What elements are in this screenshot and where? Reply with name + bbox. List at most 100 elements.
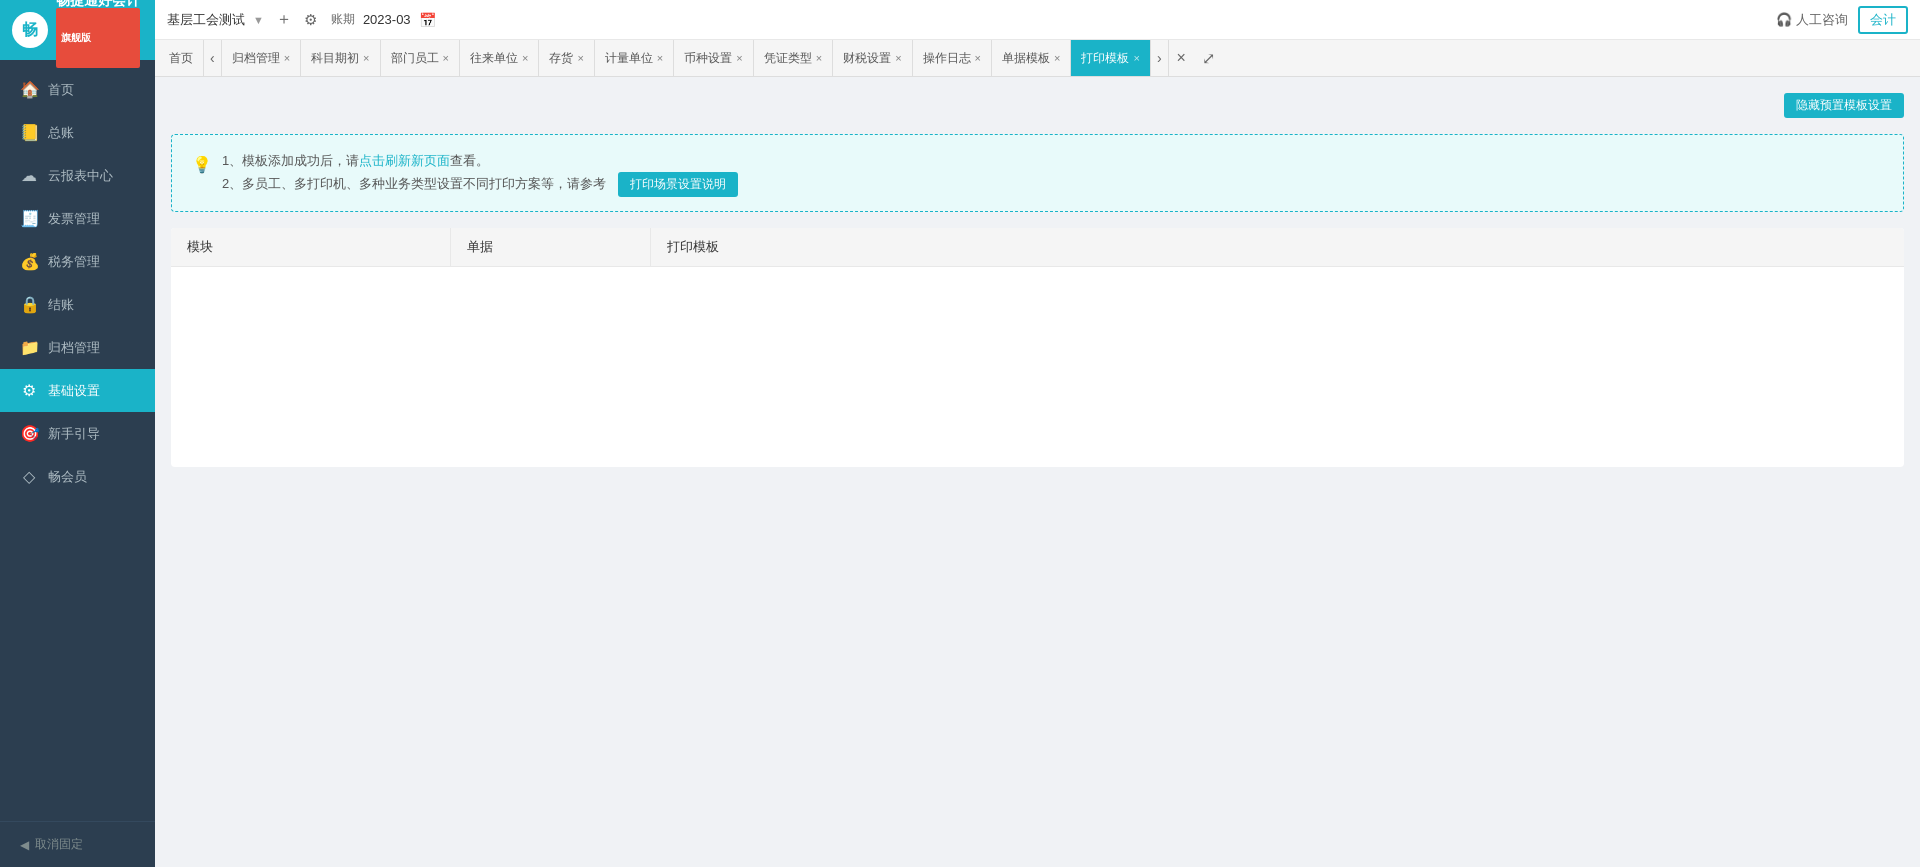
logo-icon: 畅 <box>12 12 48 48</box>
period-value: 2023-03 <box>363 12 411 27</box>
col-document: 单据 <box>451 228 651 266</box>
sidebar-label-home: 首页 <box>48 81 74 99</box>
tab-inventory-close-icon[interactable]: × <box>577 52 583 64</box>
tab-inventory-label: 存货 <box>549 50 573 67</box>
tab-currency-close-icon[interactable]: × <box>736 52 742 64</box>
add-tab-button[interactable]: ＋ <box>272 9 296 30</box>
headset-icon: 🎧 <box>1776 12 1792 27</box>
tab-unit-close-icon[interactable]: × <box>657 52 663 64</box>
sidebar-item-archive[interactable]: 📁归档管理 <box>0 326 155 369</box>
support-button[interactable]: 🎧 人工咨询 <box>1776 11 1848 29</box>
notice-bulb-icon: 💡 <box>192 151 212 180</box>
tab-voucher-type[interactable]: 凭证类型 × <box>754 40 833 76</box>
sidebar-nav: 🏠 首页 📒 总账 ☁云报表中心🧾发票管理 💰 税务管理 🔒 结账 📁归档管理⚙基础设置 🎯 新手引导… <box>0 60 155 821</box>
sidebar-item-invoice[interactable]: 🧾发票管理 <box>0 197 155 240</box>
sidebar-label-reports: 云报表中心 <box>48 167 113 185</box>
tax-icon: 💰 <box>20 252 38 271</box>
tab-voucher-type-close-icon[interactable]: × <box>816 52 822 64</box>
tab-operation-log-label: 操作日志 <box>923 50 971 67</box>
tab-subject-close-icon[interactable]: × <box>363 52 369 64</box>
tab-single-form-label: 单据模板 <box>1002 50 1050 67</box>
tab-nav-forward-icon[interactable]: › <box>1151 40 1169 76</box>
hide-template-button[interactable]: 隐藏预置模板设置 <box>1784 93 1904 118</box>
tab-supplier[interactable]: 往来单位 × <box>460 40 539 76</box>
tab-print-template-close-icon[interactable]: × <box>1133 52 1139 64</box>
notice-text: 1、模板添加成功后，请点击刷新新页面查看。 2、多员工、多打印机、多种业务类型设… <box>222 149 1883 197</box>
tab-archive-label: 归档管理 <box>232 50 280 67</box>
notice-refresh-link[interactable]: 点击刷新新页面 <box>359 153 450 168</box>
tab-supplier-label: 往来单位 <box>470 50 518 67</box>
kuaiji-button[interactable]: 会计 <box>1858 6 1908 34</box>
sidebar-label-ledger: 总账 <box>48 124 74 142</box>
tab-single-form[interactable]: 单据模板 × <box>992 40 1071 76</box>
tab-tax-settings-close-icon[interactable]: × <box>895 52 901 64</box>
logo: 畅 畅捷通好会计 旗舰版 <box>0 0 155 60</box>
tab-department-label: 部门员工 <box>391 50 439 67</box>
tab-print-template-label: 打印模板 <box>1081 50 1129 67</box>
tab-bar: 首页 ‹ 归档管理 × 科目期初 × 部门员工 × 往来单位 × 存货 × 计量… <box>155 40 1920 77</box>
explain-button[interactable]: 打印场景设置说明 <box>618 172 738 197</box>
home-icon: 🏠 <box>20 80 38 99</box>
tab-subject-label: 科目期初 <box>311 50 359 67</box>
tab-archive-close-icon[interactable]: × <box>284 52 290 64</box>
tab-subject[interactable]: 科目期初 × <box>301 40 380 76</box>
sidebar-label-invoice: 发票管理 <box>48 210 100 228</box>
tab-currency-label: 币种设置 <box>684 50 732 67</box>
tab-operation-log-close-icon[interactable]: × <box>975 52 981 64</box>
tab-print-template[interactable]: 打印模板 × <box>1071 40 1150 76</box>
tab-unit-label: 计量单位 <box>605 50 653 67</box>
notice-line1-prefix: 1、模板添加成功后，请 <box>222 153 359 168</box>
col-template: 打印模板 <box>651 228 1904 266</box>
unpin-label: 取消固定 <box>35 836 83 853</box>
tab-close-all-icon[interactable]: × <box>1169 40 1194 76</box>
sidebar-item-reports[interactable]: ☁云报表中心 <box>0 154 155 197</box>
sidebar-item-settings[interactable]: ⚙基础设置 <box>0 369 155 412</box>
tab-department-close-icon[interactable]: × <box>443 52 449 64</box>
tab-operation-log[interactable]: 操作日志 × <box>913 40 992 76</box>
tab-voucher-type-label: 凭证类型 <box>764 50 812 67</box>
print-template-table: 模块 单据 打印模板 <box>171 228 1904 467</box>
sidebar-item-closing[interactable]: 🔒 结账 <box>0 283 155 326</box>
unpin-footer[interactable]: ◀ 取消固定 <box>0 821 155 867</box>
guide-icon: 🎯 <box>20 424 38 443</box>
notice-line1-suffix: 查看。 <box>450 153 489 168</box>
notice-line1: 1、模板添加成功后，请点击刷新新页面查看。 <box>222 149 1883 172</box>
sidebar-label-tax: 税务管理 <box>48 253 100 271</box>
ledger-icon: 📒 <box>20 123 38 142</box>
tab-archive[interactable]: 归档管理 × <box>222 40 301 76</box>
notice-content: 💡 1、模板添加成功后，请点击刷新新页面查看。 2、多员工、多打印机、多种业务类… <box>192 149 1883 197</box>
sidebar-item-member[interactable]: ◇畅会员 <box>0 455 155 498</box>
sidebar-item-guide[interactable]: 🎯 新手引导 <box>0 412 155 455</box>
tab-department[interactable]: 部门员工 × <box>381 40 460 76</box>
tab-inventory[interactable]: 存货 × <box>539 40 594 76</box>
tab-tax-settings-label: 财税设置 <box>843 50 891 67</box>
sidebar: 畅 畅捷通好会计 旗舰版 🏠 首页 📒 总账 ☁云报表中心🧾发票管理 💰 税务管理 🔒 结账 📁归… <box>0 0 155 867</box>
sidebar-label-archive: 归档管理 <box>48 339 100 357</box>
notice-line2: 2、多员工、多打印机、多种业务类型设置不同打印方案等，请参考 打印场景设置说明 <box>222 172 1883 197</box>
header-right: 🎧 人工咨询 会计 <box>1776 6 1908 34</box>
sidebar-item-ledger[interactable]: 📒 总账 <box>0 111 155 154</box>
sidebar-label-guide: 新手引导 <box>48 425 100 443</box>
logo-title: 畅捷通好会计 <box>56 0 140 8</box>
tab-nav-back-icon[interactable]: ‹ <box>204 40 222 76</box>
company-name: 基层工会测试 <box>167 11 245 29</box>
table-header: 模块 单据 打印模板 <box>171 228 1904 267</box>
sidebar-item-home[interactable]: 🏠 首页 <box>0 68 155 111</box>
support-label: 人工咨询 <box>1796 11 1848 29</box>
tab-tax-settings[interactable]: 财税设置 × <box>833 40 912 76</box>
tab-home[interactable]: 首页 <box>159 40 204 76</box>
sidebar-item-tax[interactable]: 💰 税务管理 <box>0 240 155 283</box>
closing-icon: 🔒 <box>20 295 38 314</box>
tab-single-form-close-icon[interactable]: × <box>1054 52 1060 64</box>
tab-currency[interactable]: 币种设置 × <box>674 40 753 76</box>
company-dropdown-icon[interactable]: ▼ <box>253 14 264 26</box>
sidebar-label-closing: 结账 <box>48 296 74 314</box>
calendar-icon[interactable]: 📅 <box>419 12 436 28</box>
tab-unit[interactable]: 计量单位 × <box>595 40 674 76</box>
main-area: 基层工会测试 ▼ ＋ ⚙ 账期 2023-03 📅 🎧 人工咨询 会计 首页 ‹… <box>155 0 1920 867</box>
settings-icon: ⚙ <box>20 381 38 400</box>
member-icon: ◇ <box>20 467 38 486</box>
tab-supplier-close-icon[interactable]: × <box>522 52 528 64</box>
settings-gear-icon[interactable]: ⚙ <box>304 11 317 29</box>
tab-expand-icon[interactable]: ⤢ <box>1194 40 1223 76</box>
